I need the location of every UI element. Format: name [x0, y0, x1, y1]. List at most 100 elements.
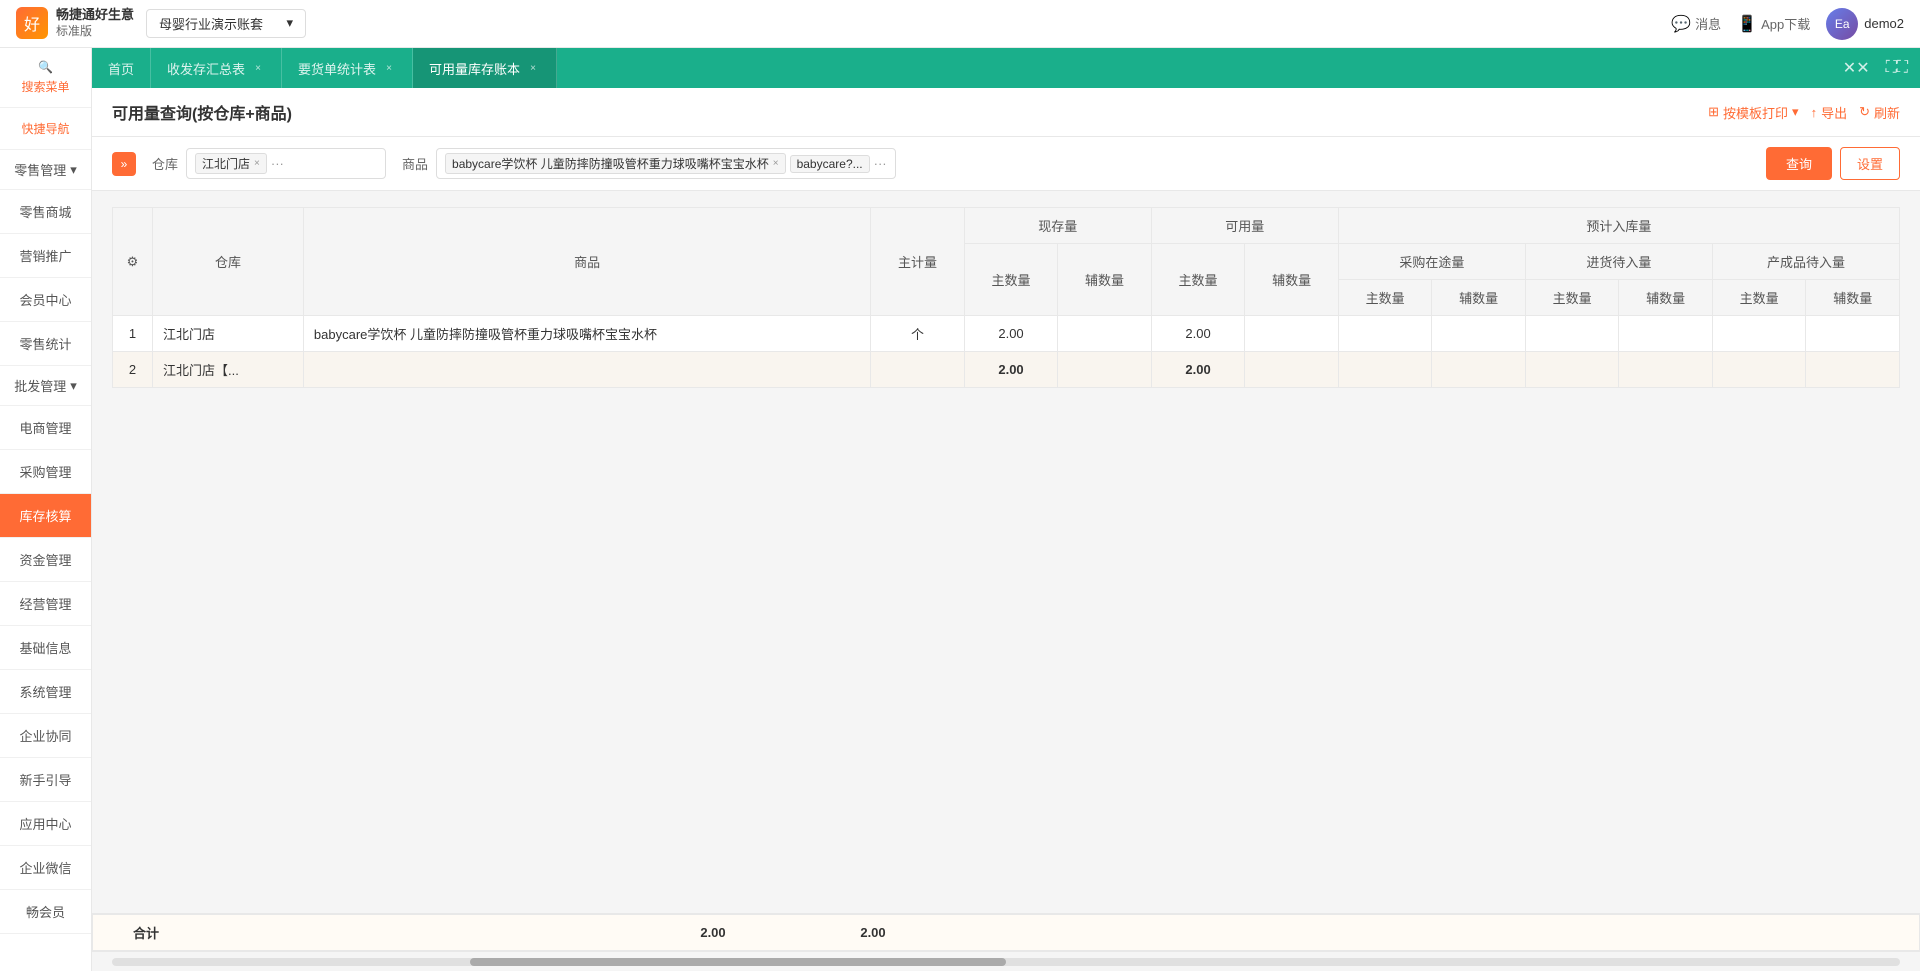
data-table: ⚙ 仓库 商品 主计量 现存量 可用量 预计入库量 主数量 辅数量 [112, 207, 1900, 388]
wholesale-expand-icon [70, 378, 77, 394]
sidebar-item-retail-stats[interactable]: 零售统计 [0, 322, 91, 366]
page-title: 可用量查询(按仓库+商品) [112, 100, 292, 124]
user-area[interactable]: Ea demo2 [1826, 8, 1904, 40]
th-available-main: 主数量 [1151, 244, 1245, 316]
filter-bar: » 仓库 江北门店 × ··· 商品 [92, 137, 1920, 191]
th-products-main: 主数量 [1712, 280, 1806, 316]
sidebar-item-ecommerce[interactable]: 电商管理 [0, 406, 91, 450]
row2-purchase-main [1338, 352, 1432, 388]
sidebar: 🔍 搜索菜单 快捷导航 零售管理 零售商城 营销推广 会员中心 零售统计 批发管… [0, 48, 92, 971]
close-tab-recv-send[interactable] [251, 61, 265, 75]
close-window-btn[interactable]: ✕ [1839, 54, 1874, 82]
top-bar-right: 💬 消息 📱 App下载 Ea demo2 [1671, 8, 1904, 40]
th-product: 商品 [303, 208, 870, 316]
chevron-down-icon [286, 15, 293, 31]
sidebar-item-new-guide[interactable]: 新手引导 [0, 758, 91, 802]
fullscreen-btn[interactable]: ⛶ [1882, 55, 1912, 81]
th-import-main: 主数量 [1525, 280, 1619, 316]
page-header: 可用量查询(按仓库+商品) ⊞ 按模板打印 ↑ 导出 ↻ 刷新 [92, 88, 1920, 137]
sidebar-item-marketing[interactable]: 营销推广 [0, 234, 91, 278]
th-available-aux: 辅数量 [1245, 244, 1339, 316]
sidebar-item-enterprise-collab[interactable]: 企业协同 [0, 714, 91, 758]
row2-available-aux [1245, 352, 1339, 388]
row2-stock-main: 2.00 [964, 352, 1058, 388]
row2-stock-aux [1058, 352, 1152, 388]
app-download-action[interactable]: 📱 App下载 [1737, 14, 1810, 34]
scrollbar-area [92, 951, 1920, 971]
tab-bar-actions: ✕ ⛶ [1839, 54, 1920, 82]
row2-available-main: 2.00 [1151, 352, 1245, 388]
warehouse-filter-input[interactable]: 江北门店 × ··· [186, 148, 386, 179]
th-stock-main: 主数量 [964, 244, 1058, 316]
print-btn[interactable]: ⊞ 按模板打印 [1708, 103, 1798, 122]
sidebar-item-operations[interactable]: 经营管理 [0, 582, 91, 626]
sidebar-item-quicknav[interactable]: 快捷导航 [0, 108, 91, 150]
industry-selector[interactable]: 母婴行业演示账套 [146, 9, 306, 38]
query-button[interactable]: 查询 [1766, 147, 1832, 180]
product-filter-group: 商品 babycare学饮杯 儿童防摔防撞吸管杯重力球吸嘴杯宝宝水杯 × bab… [402, 148, 896, 179]
table-row: 1 江北门店 babycare学饮杯 儿童防摔防撞吸管杯重力球吸嘴杯宝宝水杯 个… [113, 316, 1900, 352]
filter-actions: 查询 设置 [1766, 147, 1900, 180]
product-more-icon[interactable]: ··· [874, 156, 887, 171]
th-products-pending: 产成品待入量 [1712, 244, 1899, 280]
sidebar-item-retail-mall[interactable]: 零售商城 [0, 190, 91, 234]
export-btn[interactable]: ↑ 导出 [1811, 103, 1848, 122]
sidebar-item-search[interactable]: 🔍 搜索菜单 [0, 48, 91, 108]
th-settings[interactable]: ⚙ [113, 208, 153, 316]
main-layout: 🔍 搜索菜单 快捷导航 零售管理 零售商城 营销推广 会员中心 零售统计 批发管… [0, 48, 1920, 971]
th-import-pending: 进货待入量 [1525, 244, 1712, 280]
sidebar-item-enterprise-wechat[interactable]: 企业微信 [0, 846, 91, 890]
print-chevron-icon [1792, 104, 1799, 120]
sidebar-item-members[interactable]: 会员中心 [0, 278, 91, 322]
th-main-unit: 主计量 [871, 208, 965, 316]
sidebar-item-member-plus[interactable]: 畅会员 [0, 890, 91, 934]
row1-stock-aux [1058, 316, 1152, 352]
remove-warehouse-tag[interactable]: × [254, 158, 260, 169]
sidebar-item-system-mgmt[interactable]: 系统管理 [0, 670, 91, 714]
settings-button[interactable]: 设置 [1840, 147, 1900, 180]
footer-label: 合计 [113, 923, 673, 942]
row1-products-aux [1806, 316, 1900, 352]
footer-available-main: 2.00 [833, 925, 913, 940]
sidebar-item-basic-info[interactable]: 基础信息 [0, 626, 91, 670]
sidebar-item-app-center[interactable]: 应用中心 [0, 802, 91, 846]
filter-expand-btn[interactable]: » [112, 152, 136, 176]
page-content: 可用量查询(按仓库+商品) ⊞ 按模板打印 ↑ 导出 ↻ 刷新 [92, 88, 1920, 971]
sidebar-item-retail-mgmt[interactable]: 零售管理 [0, 150, 91, 190]
tab-recv-send-summary[interactable]: 收发存汇总表 [151, 48, 282, 88]
th-available: 可用量 [1151, 208, 1338, 244]
sidebar-item-inventory[interactable]: 库存核算 [0, 494, 91, 538]
footer-stock-main: 2.00 [673, 925, 753, 940]
top-bar-left: 好 畅捷通好生意 标准版 母婴行业演示账套 [16, 7, 306, 39]
product-filter-input[interactable]: babycare学饮杯 儿童防摔防撞吸管杯重力球吸嘴杯宝宝水杯 × babyca… [436, 148, 896, 179]
scrollbar-track[interactable] [112, 958, 1900, 966]
tab-available-inventory[interactable]: 可用量库存账本 [413, 48, 557, 88]
row1-import-main [1525, 316, 1619, 352]
tab-home[interactable]: 首页 [92, 48, 151, 88]
refresh-icon: ↻ [1859, 104, 1870, 120]
remove-product-tag-1[interactable]: × [773, 158, 779, 169]
refresh-btn[interactable]: ↻ 刷新 [1859, 103, 1900, 122]
footer-stock-aux [753, 925, 833, 940]
sidebar-item-wholesale-mgmt[interactable]: 批发管理 [0, 366, 91, 406]
row2-import-main [1525, 352, 1619, 388]
warehouse-more-icon[interactable]: ··· [271, 156, 284, 171]
message-action[interactable]: 💬 消息 [1671, 14, 1721, 34]
row2-import-aux [1619, 352, 1713, 388]
message-icon: 💬 [1671, 14, 1691, 34]
username-label: demo2 [1864, 16, 1904, 31]
close-tab-order-stats[interactable] [382, 61, 396, 75]
warehouse-tag: 江北门店 × [195, 153, 267, 174]
product-tag-1: babycare学饮杯 儿童防摔防撞吸管杯重力球吸嘴杯宝宝水杯 × [445, 153, 786, 174]
row1-available-aux [1245, 316, 1339, 352]
table-area: ⚙ 仓库 商品 主计量 现存量 可用量 预计入库量 主数量 辅数量 [92, 191, 1920, 913]
table-row: 2 江北门店【... 2.00 2.00 [113, 352, 1900, 388]
sidebar-item-purchase-mgmt[interactable]: 采购管理 [0, 450, 91, 494]
close-tab-available-inventory[interactable] [526, 61, 540, 75]
tab-order-stats[interactable]: 要货单统计表 [282, 48, 413, 88]
th-import-aux: 辅数量 [1619, 280, 1713, 316]
sidebar-item-finance[interactable]: 资金管理 [0, 538, 91, 582]
table-footer: 合计 2.00 2.00 [92, 913, 1920, 951]
row1-purchase-main [1338, 316, 1432, 352]
row2-unit [871, 352, 965, 388]
